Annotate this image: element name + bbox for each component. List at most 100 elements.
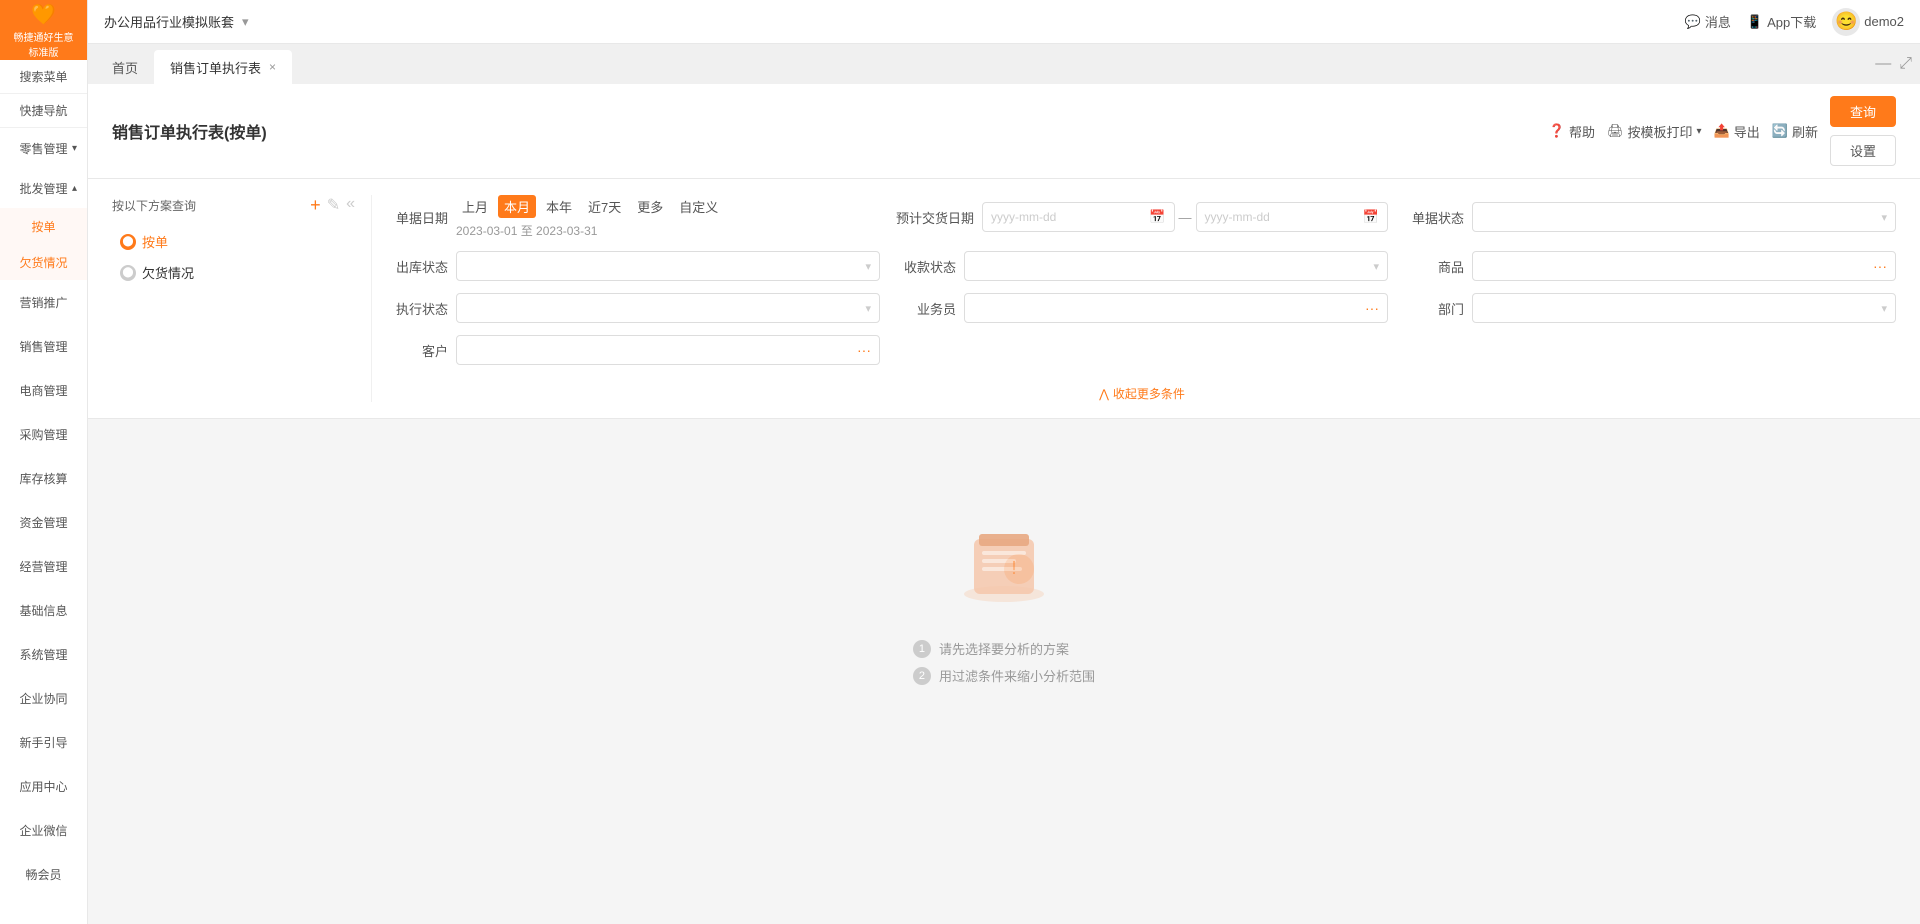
collapse-btn[interactable]: ⋀ 收起更多条件: [1099, 377, 1185, 402]
expand-icon[interactable]: ⤢: [1899, 55, 1912, 73]
quick-nav-label: 快捷导航: [19, 104, 67, 118]
date-from-placeholder: yyyy-mm-dd: [991, 210, 1056, 224]
sidebar-item-inventory[interactable]: 库存核算: [0, 456, 87, 500]
sidebar-sub-item-order[interactable]: 按单: [0, 208, 87, 244]
query-button[interactable]: 查询: [1830, 96, 1896, 127]
filter-out-status: 出库状态 ▾: [388, 251, 880, 281]
scheme-label-shortage: 欠货情况: [142, 263, 194, 282]
sidebar-item-guide[interactable]: 新手引导: [0, 720, 87, 764]
print-btn[interactable]: 🖨 按模板打印 ▾: [1607, 122, 1702, 141]
sidebar-item-apps[interactable]: 应用中心: [0, 764, 87, 808]
salesperson-label: 业务员: [896, 299, 956, 318]
sidebar-item-sales[interactable]: 销售管理: [0, 324, 87, 368]
salesperson-more-icon[interactable]: ···: [1365, 300, 1379, 316]
export-icon: 📤: [1714, 123, 1730, 139]
scheme-icon-order: ⬤: [120, 234, 136, 250]
help-btn[interactable]: ❓ 帮助: [1549, 122, 1595, 141]
sidebar-item-finance[interactable]: 资金管理: [0, 500, 87, 544]
refresh-btn[interactable]: 🔄 刷新: [1772, 122, 1818, 141]
expected-date-range: yyyy-mm-dd 📅 — yyyy-mm-dd 📅: [982, 202, 1388, 232]
filter-salesperson: 业务员 ···: [896, 293, 1388, 323]
page-actions: ❓ 帮助 🖨 按模板打印 ▾ 📤 导出 🔄 刷新 查询: [1549, 96, 1896, 166]
sidebar-item-enterprise[interactable]: 企业协同: [0, 676, 87, 720]
salesperson-field[interactable]: ···: [964, 293, 1388, 323]
app-download-icon: 📱: [1747, 14, 1763, 30]
sidebar-item-system[interactable]: 系统管理: [0, 632, 87, 676]
sidebar-item-basic[interactable]: 基础信息: [0, 588, 87, 632]
expected-date-from[interactable]: yyyy-mm-dd 📅: [982, 202, 1175, 232]
sidebar-item-retail-label: 零售管理: [19, 140, 67, 157]
scheme-item-order[interactable]: ⬤ 按单: [112, 228, 355, 255]
sidebar-item-member[interactable]: 畅会员: [0, 852, 87, 896]
date-tab-more[interactable]: 更多: [631, 195, 669, 218]
sidebar-item-retail[interactable]: 零售管理 ▾: [0, 128, 87, 168]
tab-sales-exec[interactable]: 销售订单执行表 ×: [154, 50, 292, 84]
user-profile[interactable]: 😊 demo2: [1832, 8, 1904, 36]
collapse-scheme-icon[interactable]: «: [346, 195, 355, 216]
logo-icon: 🧡: [31, 2, 56, 27]
status-label: 单据状态: [1404, 208, 1464, 227]
date-to-placeholder: yyyy-mm-dd: [1205, 210, 1270, 224]
topbar: 办公用品行业模拟账套 ▾ 💬 消息 📱 App下载 😊 demo2: [88, 0, 1920, 44]
date-tabs-row: 上月 本月 本年 近7天 更多 自定义: [456, 195, 880, 218]
sidebar-sub-item-debt[interactable]: 欠货情况: [0, 244, 87, 280]
message-btn[interactable]: 💬 消息: [1685, 12, 1731, 31]
sidebar-sub-wholesale: 按单 欠货情况: [0, 208, 87, 280]
exec-status-select[interactable]: ▾: [456, 293, 880, 323]
sidebar-item-purchase[interactable]: 采购管理: [0, 412, 87, 456]
tab-home[interactable]: 首页: [96, 50, 154, 84]
date-tab-7days[interactable]: 近7天: [582, 195, 627, 218]
add-scheme-icon[interactable]: +: [310, 195, 321, 216]
out-status-arrow-icon: ▾: [865, 260, 871, 273]
sidebar-item-marketing[interactable]: 营销推广: [0, 280, 87, 324]
filter-row-4: 客户 ···: [388, 335, 1896, 365]
sidebar-item-ecommerce[interactable]: 电商管理: [0, 368, 87, 412]
sidebar-item-wechat[interactable]: 企业微信: [0, 808, 87, 852]
product-field[interactable]: ···: [1472, 251, 1896, 281]
settings-button[interactable]: 设置: [1830, 135, 1896, 166]
topbar-arrow[interactable]: ▾: [242, 14, 249, 30]
customer-field[interactable]: ···: [456, 335, 880, 365]
customer-more-icon[interactable]: ···: [857, 342, 871, 358]
tip-num-2: 2: [913, 667, 931, 685]
tab-close-btn[interactable]: ×: [269, 60, 276, 74]
app-download-btn[interactable]: 📱 App下载: [1747, 12, 1816, 31]
date-tab-thisyear[interactable]: 本年: [540, 195, 578, 218]
empty-illustration: !: [944, 499, 1064, 619]
status-select[interactable]: ▾: [1472, 202, 1896, 232]
filter-department: 部门 ▾: [1404, 293, 1896, 323]
tabbar: 首页 销售订单执行表 × — ⤢: [88, 44, 1920, 84]
empty-tips: 1 请先选择要分析的方案 2 用过滤条件来缩小分析范围: [913, 639, 1095, 685]
product-more-icon[interactable]: ···: [1873, 258, 1887, 274]
export-label: 导出: [1734, 122, 1760, 141]
date-tab-thismonth[interactable]: 本月: [498, 195, 536, 218]
product-label: 商品: [1404, 257, 1464, 276]
out-status-select[interactable]: ▾: [456, 251, 880, 281]
receipt-status-select[interactable]: ▾: [964, 251, 1388, 281]
sidebar-item-management[interactable]: 经营管理: [0, 544, 87, 588]
date-tab-custom[interactable]: 自定义: [673, 195, 724, 218]
refresh-label: 刷新: [1792, 122, 1818, 141]
scheme-item-shortage[interactable]: ⬤ 欠货情况: [112, 259, 355, 286]
edit-scheme-icon[interactable]: ✎: [327, 195, 340, 216]
print-label: 按模板打印: [1628, 122, 1693, 141]
search-menu[interactable]: 搜索菜单: [0, 60, 87, 94]
expected-date-to[interactable]: yyyy-mm-dd 📅: [1196, 202, 1389, 232]
page-title: 销售订单执行表(按单): [112, 119, 267, 143]
filter-panel: 按以下方案查询 + ✎ « ⬤ 按单 ⬤ 欠货情况: [88, 179, 1920, 419]
filter-scheme-list: ⬤ 按单 ⬤ 欠货情况: [112, 228, 355, 286]
quick-nav[interactable]: 快捷导航: [0, 94, 87, 128]
collapse-icon: ⋀: [1099, 387, 1109, 401]
date-tab-lastmonth[interactable]: 上月: [456, 195, 494, 218]
sidebar-item-wholesale[interactable]: 批发管理 ▴: [0, 168, 87, 208]
department-select[interactable]: ▾: [1472, 293, 1896, 323]
export-btn[interactable]: 📤 导出: [1714, 122, 1760, 141]
empty-tip-2: 2 用过滤条件来缩小分析范围: [913, 666, 1095, 685]
help-icon: ❓: [1549, 123, 1565, 139]
page-header: 销售订单执行表(按单) ❓ 帮助 🖨 按模板打印 ▾ 📤 导出 🔄 刷新: [88, 84, 1920, 179]
svg-text:!: !: [1011, 558, 1016, 578]
search-menu-label: 搜索菜单: [19, 70, 67, 84]
minimize-icon[interactable]: —: [1875, 55, 1891, 73]
date-label: 单据日期: [388, 208, 448, 227]
tip-num-1: 1: [913, 640, 931, 658]
